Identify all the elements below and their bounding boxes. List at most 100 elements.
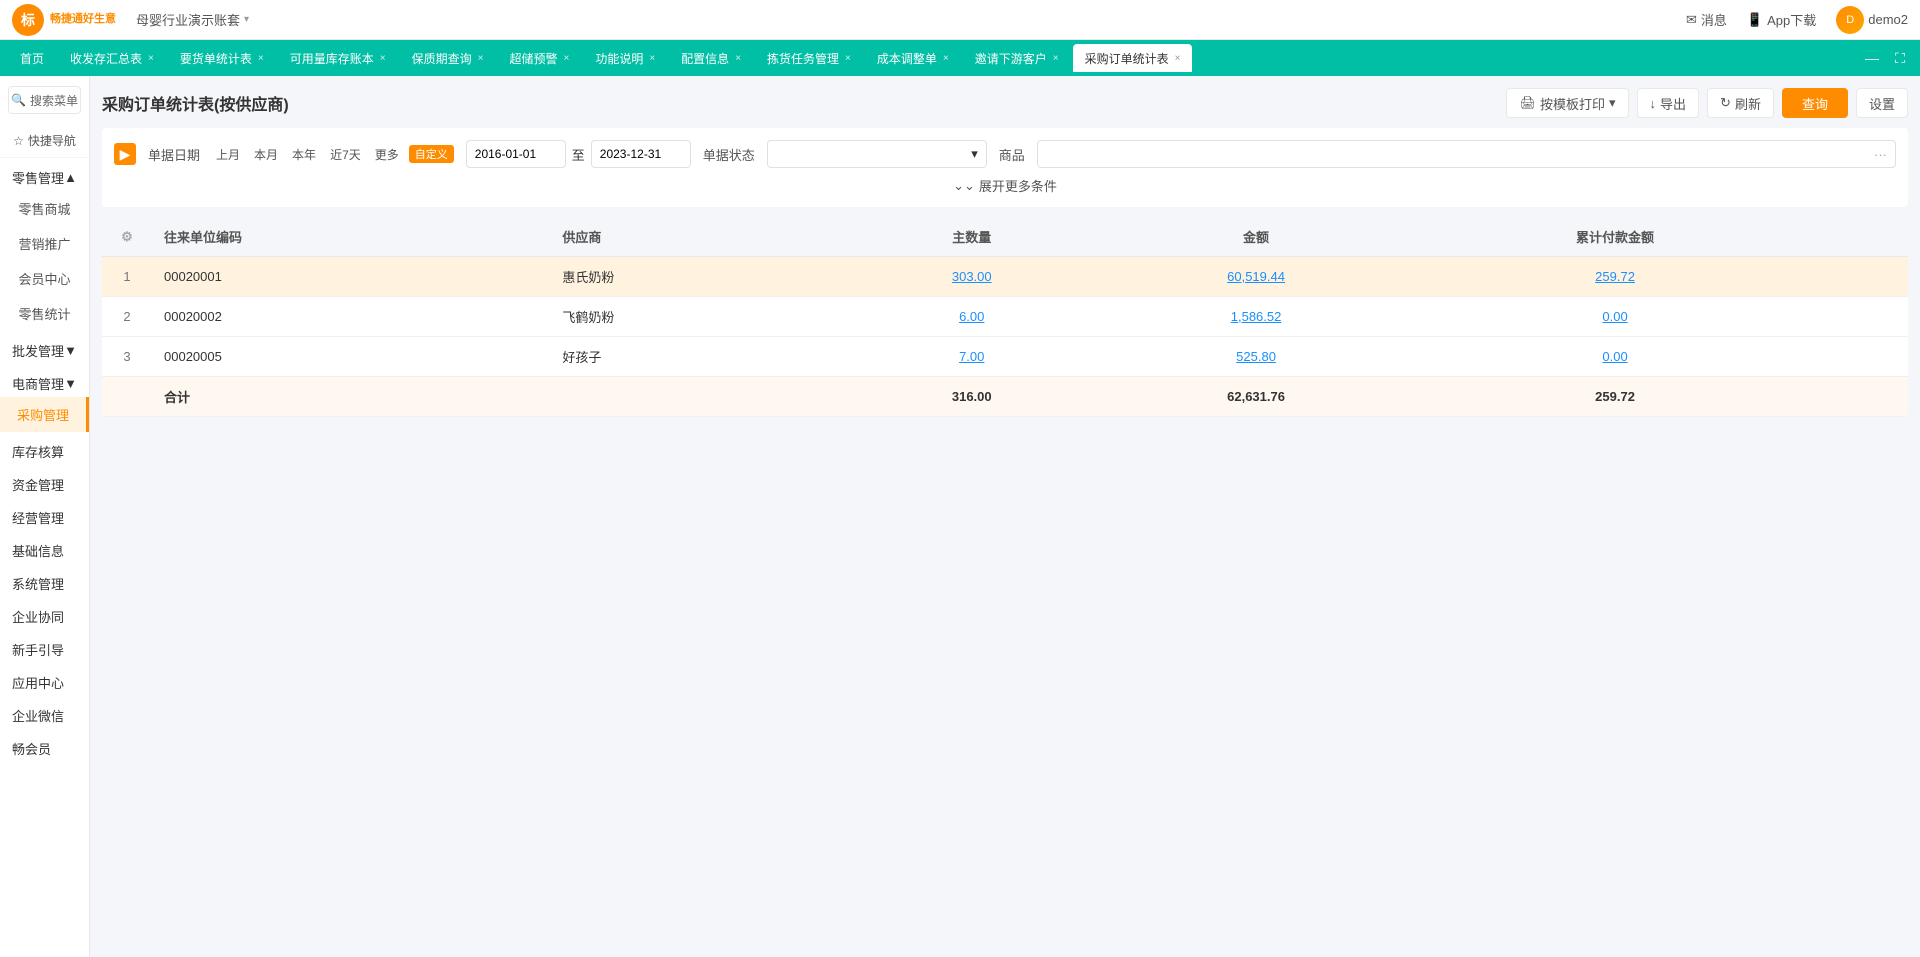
tab-home[interactable]: 首页 bbox=[8, 44, 56, 72]
export-button[interactable]: ↓ 导出 bbox=[1637, 88, 1700, 118]
row-paid-link[interactable]: 0.00 bbox=[1602, 349, 1627, 364]
table-body: 1 00020001 惠氏奶粉 303.00 60,519.44 259.72 bbox=[102, 257, 1908, 377]
workspace-selector[interactable]: 母婴行业演示账套 ▾ bbox=[136, 10, 249, 29]
page-actions: 🖨 按模板打印 ▾ ↓ 导出 ↻ 刷新 查询 设置 bbox=[1506, 88, 1908, 118]
sidebar-item-marketing[interactable]: 营销推广 bbox=[0, 226, 89, 261]
tab-yqxygk[interactable]: 邀请下游客户 × bbox=[963, 44, 1071, 72]
close-tab-pzsz[interactable]: × bbox=[735, 53, 741, 64]
close-tab-yhtj[interactable]: × bbox=[258, 53, 264, 64]
sidebar-section-inventory[interactable]: 库存核算 bbox=[0, 432, 89, 465]
row-no: 2 bbox=[102, 297, 152, 337]
message-button[interactable]: ✉ 消息 bbox=[1686, 10, 1727, 29]
sidebar-section-collab[interactable]: 企业协同 bbox=[0, 597, 89, 630]
goods-input-more-icon[interactable]: ··· bbox=[1866, 147, 1895, 162]
tab-bqcx[interactable]: 保质期查询 × bbox=[400, 44, 496, 72]
row-qty-link[interactable]: 7.00 bbox=[959, 349, 984, 364]
tab-gnms[interactable]: 功能说明 × bbox=[583, 44, 667, 72]
th-empty bbox=[1814, 217, 1908, 257]
shortcut-this-year[interactable]: 本年 bbox=[288, 144, 320, 165]
custom-date-badge[interactable]: 自定义 bbox=[409, 145, 454, 163]
close-tab-cbyx[interactable]: × bbox=[563, 53, 569, 64]
close-tab-gnms[interactable]: × bbox=[649, 53, 655, 64]
th-paid-amount: 累计付款金额 bbox=[1416, 217, 1814, 257]
close-tab-yqxygk[interactable]: × bbox=[1053, 53, 1059, 64]
row-qty-link[interactable]: 303.00 bbox=[952, 269, 992, 284]
tab-cbtz[interactable]: 成本调整单 × bbox=[865, 44, 961, 72]
column-settings-icon[interactable]: ⚙ bbox=[121, 229, 133, 244]
date-to-input[interactable] bbox=[591, 140, 691, 168]
date-from-input[interactable] bbox=[466, 140, 566, 168]
sidebar-section-retail[interactable]: 零售管理 ▲ bbox=[0, 158, 89, 191]
th-supplier: 供应商 bbox=[550, 217, 847, 257]
footer-amount: 62,631.76 bbox=[1096, 377, 1416, 417]
row-paid: 0.00 bbox=[1416, 337, 1814, 377]
shortcut-more[interactable]: 更多 bbox=[371, 144, 403, 165]
tab-phgl[interactable]: 拣货任务管理 × bbox=[755, 44, 863, 72]
status-select[interactable]: ▾ bbox=[767, 140, 987, 168]
tab-yhtj[interactable]: 要货单统计表 × bbox=[168, 44, 276, 72]
sidebar-item-purchase[interactable]: 采购管理 bbox=[0, 397, 89, 432]
close-tab-shfd[interactable]: × bbox=[148, 53, 154, 64]
settings-button[interactable]: 设置 bbox=[1856, 88, 1908, 118]
shortcut-last-month[interactable]: 上月 bbox=[212, 144, 244, 165]
data-table: ⚙ 往来单位编码 供应商 主数量 金额 累计付款金额 1 00020001 bbox=[102, 217, 1908, 417]
expand-conditions-button[interactable]: ⌄⌄ 展开更多条件 bbox=[114, 176, 1896, 195]
chevron-down-icon: ▼ bbox=[64, 343, 77, 358]
chevron-down-icon-2: ▼ bbox=[64, 376, 77, 391]
close-tab-cgddtj[interactable]: × bbox=[1175, 53, 1181, 64]
filter-toggle-button[interactable]: ▶ bbox=[114, 143, 136, 165]
table-row[interactable]: 2 00020002 飞鹤奶粉 6.00 1,586.52 0.00 bbox=[102, 297, 1908, 337]
query-button[interactable]: 查询 bbox=[1782, 88, 1848, 118]
tab-kyls[interactable]: 可用量库存账本 × bbox=[278, 44, 398, 72]
app-download-icon: 📱 bbox=[1747, 12, 1763, 28]
search-menu-button[interactable]: 🔍 搜索菜单 bbox=[8, 86, 81, 114]
row-paid-link[interactable]: 259.72 bbox=[1595, 269, 1635, 284]
footer-label: 合计 bbox=[152, 377, 847, 417]
tab-cbyx[interactable]: 超储预警 × bbox=[497, 44, 581, 72]
minimize-button[interactable]: — bbox=[1860, 46, 1884, 70]
footer-paid: 259.72 bbox=[1416, 377, 1814, 417]
tab-cgddtj[interactable]: 采购订单统计表 × bbox=[1073, 44, 1193, 72]
row-amount-link[interactable]: 525.80 bbox=[1236, 349, 1276, 364]
nav-tabs: 首页 收发存汇总表 × 要货单统计表 × 可用量库存账本 × 保质期查询 × 超… bbox=[0, 40, 1920, 76]
quick-nav-button[interactable]: ☆ 快捷导航 bbox=[0, 124, 89, 158]
row-amount-link[interactable]: 1,586.52 bbox=[1231, 309, 1282, 324]
sidebar-section-appcenter[interactable]: 应用中心 bbox=[0, 663, 89, 696]
close-tab-kyls[interactable]: × bbox=[380, 53, 386, 64]
template-print-button[interactable]: 🖨 按模板打印 ▾ bbox=[1506, 88, 1628, 118]
maximize-button[interactable]: ⛶ bbox=[1888, 46, 1912, 70]
row-amount-link[interactable]: 60,519.44 bbox=[1227, 269, 1285, 284]
table-row[interactable]: 1 00020001 惠氏奶粉 303.00 60,519.44 259.72 bbox=[102, 257, 1908, 297]
sidebar-section-guide[interactable]: 新手引导 bbox=[0, 630, 89, 663]
status-filter-label: 单据状态 bbox=[703, 145, 755, 164]
sidebar-section-finance[interactable]: 资金管理 bbox=[0, 465, 89, 498]
tab-shfd[interactable]: 收发存汇总表 × bbox=[58, 44, 166, 72]
close-tab-bqcx[interactable]: × bbox=[478, 53, 484, 64]
sidebar-section-system[interactable]: 系统管理 bbox=[0, 564, 89, 597]
goods-input[interactable] bbox=[1038, 147, 1866, 162]
row-qty-link[interactable]: 6.00 bbox=[959, 309, 984, 324]
refresh-button[interactable]: ↻ 刷新 bbox=[1707, 88, 1774, 118]
goods-input-wrap: ··· bbox=[1037, 140, 1896, 168]
user-profile-button[interactable]: D demo2 bbox=[1836, 6, 1908, 34]
sidebar-section-ecom[interactable]: 电商管理 ▼ bbox=[0, 364, 89, 397]
sidebar-item-member-center[interactable]: 会员中心 bbox=[0, 261, 89, 296]
logo-icon: 标 bbox=[12, 4, 44, 36]
row-extra bbox=[1814, 297, 1908, 337]
sidebar-item-retail-shop[interactable]: 零售商城 bbox=[0, 191, 89, 226]
page-title: 采购订单统计表(按供应商) bbox=[102, 91, 289, 115]
sidebar-item-retail-stats[interactable]: 零售统计 bbox=[0, 296, 89, 331]
sidebar-section-operation[interactable]: 经营管理 bbox=[0, 498, 89, 531]
app-download-button[interactable]: 📱 App下载 bbox=[1747, 10, 1816, 29]
sidebar-section-wholesale[interactable]: 批发管理 ▼ bbox=[0, 331, 89, 364]
close-tab-phgl[interactable]: × bbox=[845, 53, 851, 64]
table-row[interactable]: 3 00020005 好孩子 7.00 525.80 0.00 bbox=[102, 337, 1908, 377]
tab-pzsz[interactable]: 配置信息 × bbox=[669, 44, 753, 72]
shortcut-this-month[interactable]: 本月 bbox=[250, 144, 282, 165]
sidebar-section-member[interactable]: 畅会员 bbox=[0, 729, 89, 762]
sidebar-section-corpwx[interactable]: 企业微信 bbox=[0, 696, 89, 729]
shortcut-7days[interactable]: 近7天 bbox=[326, 144, 365, 165]
row-paid-link[interactable]: 0.00 bbox=[1602, 309, 1627, 324]
close-tab-cbtz[interactable]: × bbox=[943, 53, 949, 64]
sidebar-section-basic[interactable]: 基础信息 bbox=[0, 531, 89, 564]
